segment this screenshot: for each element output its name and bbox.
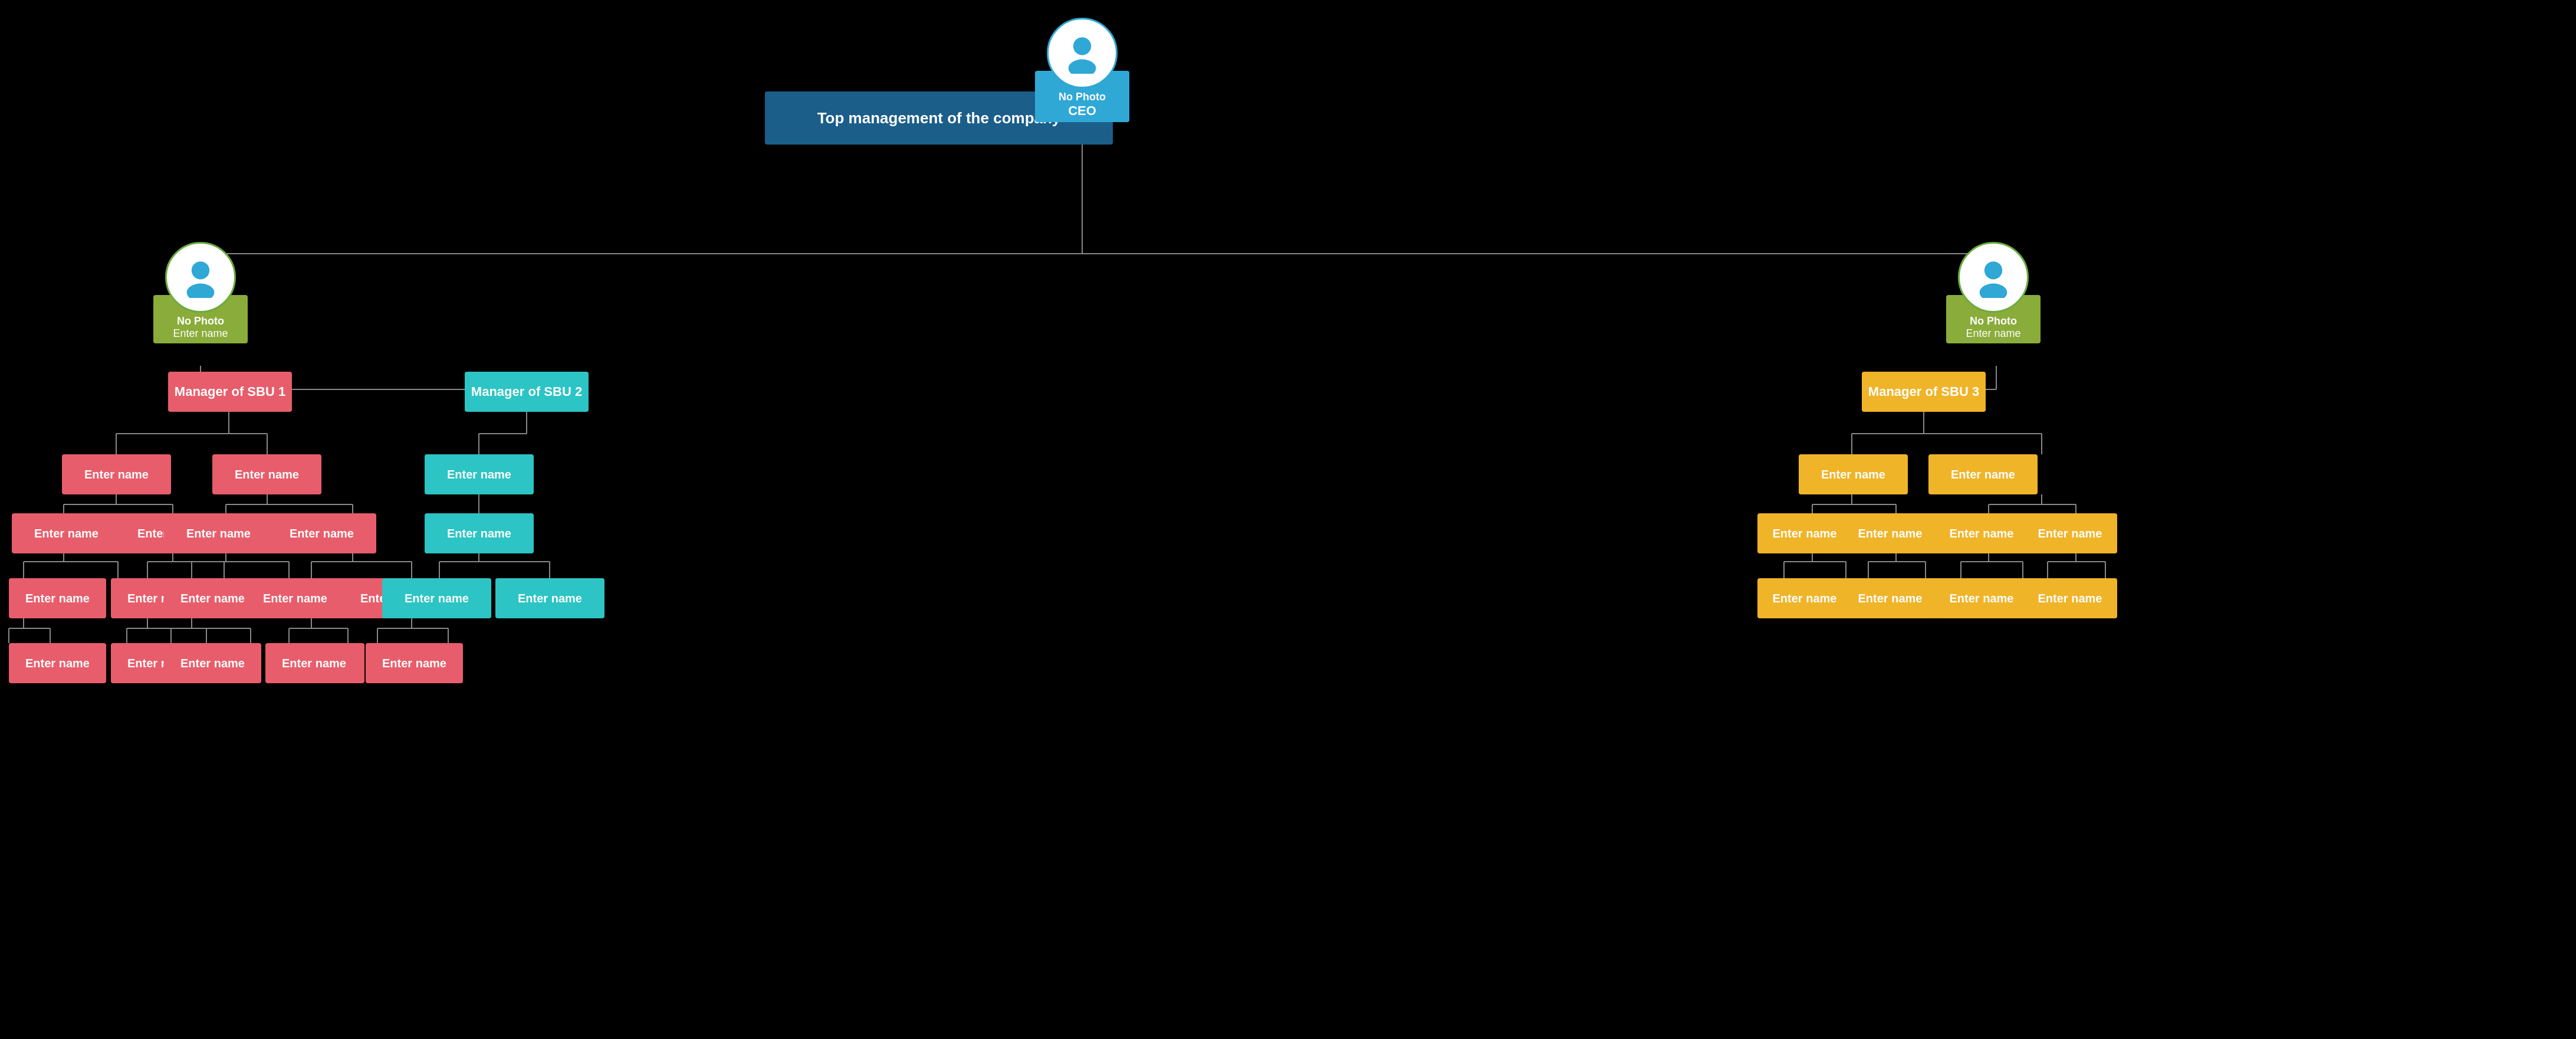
person-right-no-photo: No Photo [1949,315,2038,327]
red-l3-1: Enter name [62,454,171,494]
red-l4-3: Enter name [164,513,273,553]
red-l3-2: Enter name [212,454,321,494]
svg-point-101 [1980,284,2007,299]
red-l6-1: Enter name [9,643,106,683]
orange-l5-2: Enter name [1843,578,1937,618]
svg-point-99 [187,284,215,299]
orange-l4-1: Enter name [1757,513,1852,553]
red-l4-1: Enter name [12,513,121,553]
cyan-l5-2: Enter name [495,578,604,618]
red-l4-4: Enter name [267,513,376,553]
svg-point-97 [1069,60,1096,74]
orange-l3-1: Enter name [1799,454,1908,494]
orange-l3-2: Enter name [1928,454,2038,494]
person-right-photo [1958,242,2029,313]
red-l6-5: Enter name [265,643,363,683]
mgr-sbu3-box: Manager of SBU 3 [1862,372,1986,412]
person-right-name: Enter name [1949,327,2038,340]
svg-point-98 [192,261,209,279]
red-l6-6: Enter name [366,643,463,683]
orange-l5-3: Enter name [1934,578,2029,618]
cyan-l5-1: Enter name [382,578,491,618]
cyan-l4-1: Enter name [425,513,534,553]
ceo-role: CEO [1037,103,1127,119]
person-left-no-photo: No Photo [156,315,245,327]
org-chart: Top management of the company No Photo C… [0,0,2576,1039]
svg-point-100 [1984,261,2002,279]
person-right-node: No Photo Enter name [1946,242,2041,343]
red-l6-3: Enter name [164,643,261,683]
orange-l5-1: Enter name [1757,578,1852,618]
orange-l5-4: Enter name [2023,578,2117,618]
red-l5-5: Enter name [247,578,344,618]
orange-l4-2: Enter name [1843,513,1937,553]
ceo-photo [1047,18,1118,89]
mgr-sbu2-box: Manager of SBU 2 [465,372,589,412]
person-left-node: No Photo Enter name [153,242,248,343]
red-l5-1: Enter name [9,578,106,618]
ceo-no-photo: No Photo [1037,91,1127,103]
mgr-sbu1-box: Manager of SBU 1 [168,372,292,412]
person-left-photo [165,242,236,313]
orange-l4-3: Enter name [1934,513,2029,553]
svg-point-96 [1073,37,1091,55]
connector-lines [0,0,2576,1039]
person-left-name: Enter name [156,327,245,340]
cyan-l3-1: Enter name [425,454,534,494]
ceo-node: No Photo CEO [1035,18,1129,122]
orange-l4-4: Enter name [2023,513,2117,553]
